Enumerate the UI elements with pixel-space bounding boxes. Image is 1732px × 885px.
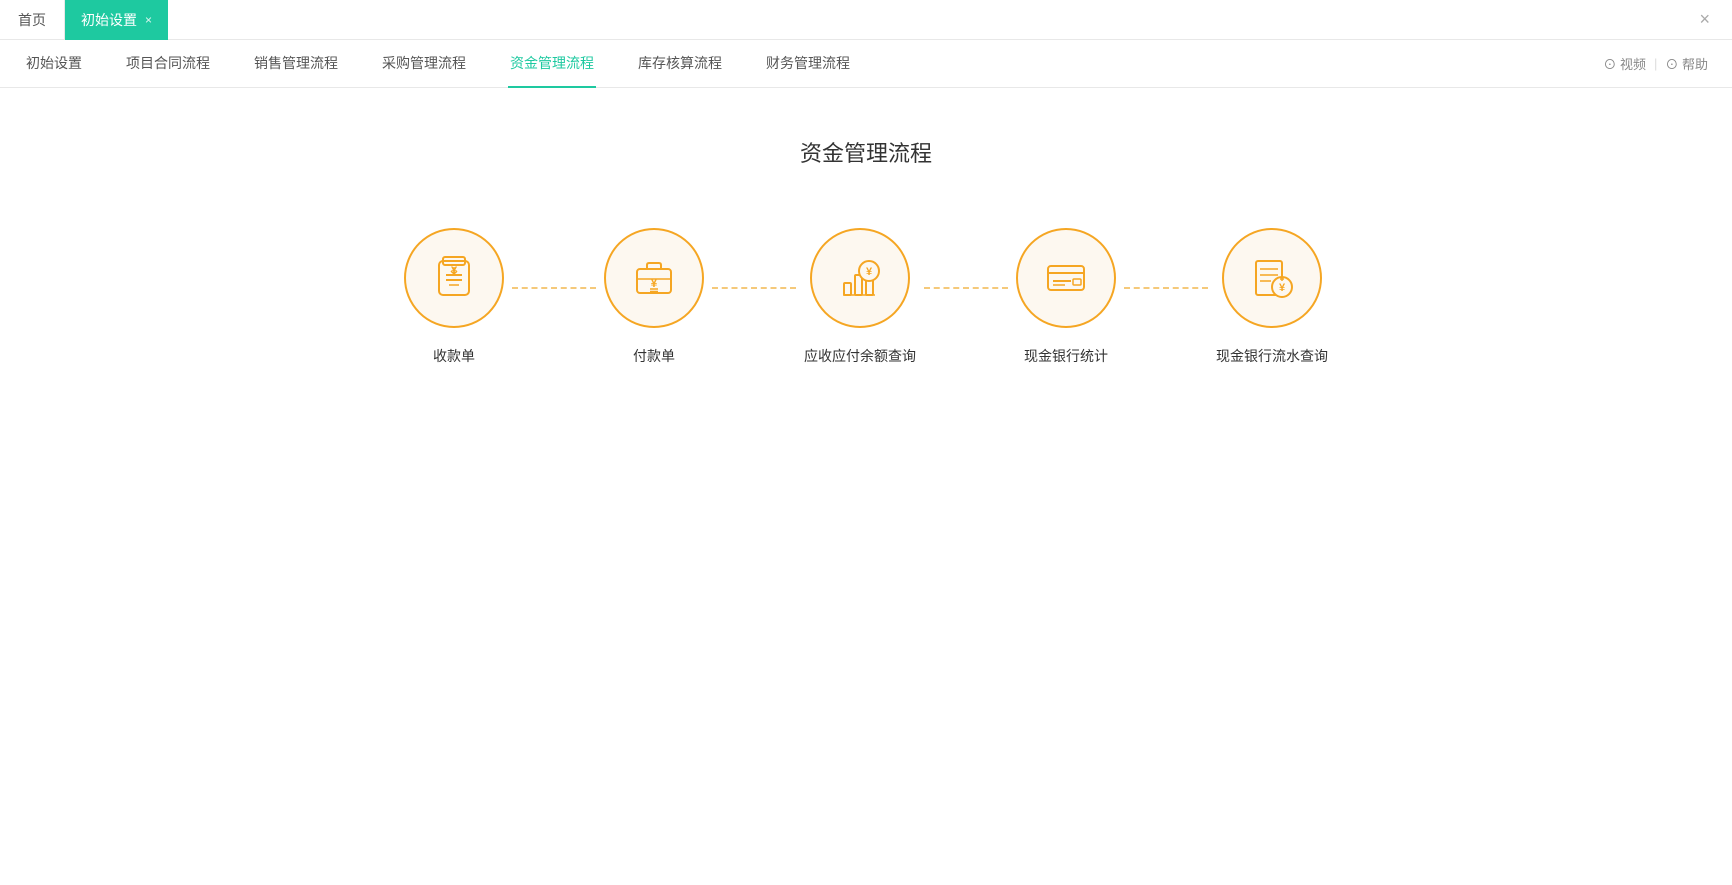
flow-label-shokuandan: 收款单 (433, 346, 475, 366)
tab-active[interactable]: 初始设置 × (65, 0, 168, 40)
receipt-yuan-icon: ¥ (429, 253, 479, 303)
flow-container: ¥ 收款单 ¥ (166, 228, 1566, 366)
chart-yuan-icon: ¥ (835, 253, 885, 303)
flow-label-fukuandan: 付款单 (633, 346, 675, 366)
nav-right: ⊙ 视频 | ⊙ 帮助 (1603, 54, 1708, 73)
page-title: 资金管理流程 (800, 136, 932, 168)
nav-item-xiangmuhetong[interactable]: 项目合同流程 (124, 40, 212, 88)
flow-circle-liushui: ¥ (1222, 228, 1322, 328)
video-link[interactable]: ⊙ 视频 (1603, 54, 1646, 73)
nav-item-xiaoshouguanli[interactable]: 销售管理流程 (252, 40, 340, 88)
flow-item-fukuandan[interactable]: ¥ 付款单 (604, 228, 704, 366)
help-link[interactable]: ⊙ 帮助 (1665, 54, 1708, 73)
flow-circle-shokuandan: ¥ (404, 228, 504, 328)
main-content: 资金管理流程 ¥ 收款单 (0, 88, 1732, 885)
bank-flow-icon: ¥ (1247, 253, 1297, 303)
flow-label-xianjinyinhang: 现金银行统计 (1024, 346, 1108, 366)
svg-text:¥: ¥ (1279, 282, 1286, 294)
dots-3 (924, 287, 1008, 289)
bank-stats-icon (1041, 253, 1091, 303)
dots-4 (1124, 287, 1208, 289)
connector-4 (1116, 287, 1216, 307)
tab-home[interactable]: 首页 (0, 0, 65, 40)
flow-item-yingshouyue[interactable]: ¥ 应收应付余额查询 (804, 228, 916, 366)
flow-item-shokuandan[interactable]: ¥ 收款单 (404, 228, 504, 366)
nav-item-kucunhesuan[interactable]: 库存核算流程 (636, 40, 724, 88)
flow-circle-xianjinyinhang (1016, 228, 1116, 328)
nav-item-chushishezhi[interactable]: 初始设置 (24, 40, 84, 88)
tab-active-label: 初始设置 (81, 10, 137, 30)
connector-1 (504, 287, 604, 307)
connector-3 (916, 287, 1016, 307)
nav-menu: 初始设置 项目合同流程 销售管理流程 采购管理流程 资金管理流程 库存核算流程 … (0, 40, 1732, 88)
tab-bar-right: × (1693, 9, 1732, 30)
flow-label-yingshouyue: 应收应付余额查询 (804, 346, 916, 366)
nav-divider: | (1654, 56, 1657, 71)
window-close-button[interactable]: × (1693, 9, 1716, 30)
nav-item-caiwuguanli[interactable]: 财务管理流程 (764, 40, 852, 88)
flow-label-liushui: 现金银行流水查询 (1216, 346, 1328, 366)
tab-bar: 首页 初始设置 × × (0, 0, 1732, 40)
flow-circle-fukuandan: ¥ (604, 228, 704, 328)
svg-text:¥: ¥ (651, 276, 658, 290)
nav-item-caigouguanli[interactable]: 采购管理流程 (380, 40, 468, 88)
svg-text:¥: ¥ (866, 266, 873, 278)
nav-item-zijinguanli[interactable]: 资金管理流程 (508, 40, 596, 88)
connector-2 (704, 287, 804, 307)
tab-close-button[interactable]: × (145, 13, 152, 27)
flow-item-liushui[interactable]: ¥ 现金银行流水查询 (1216, 228, 1328, 366)
dots-2 (712, 287, 796, 289)
flow-item-xianjinyinhang[interactable]: 现金银行统计 (1016, 228, 1116, 366)
briefcase-yuan-icon: ¥ (629, 253, 679, 303)
dots-1 (512, 287, 596, 289)
flow-circle-yingshouyue: ¥ (810, 228, 910, 328)
